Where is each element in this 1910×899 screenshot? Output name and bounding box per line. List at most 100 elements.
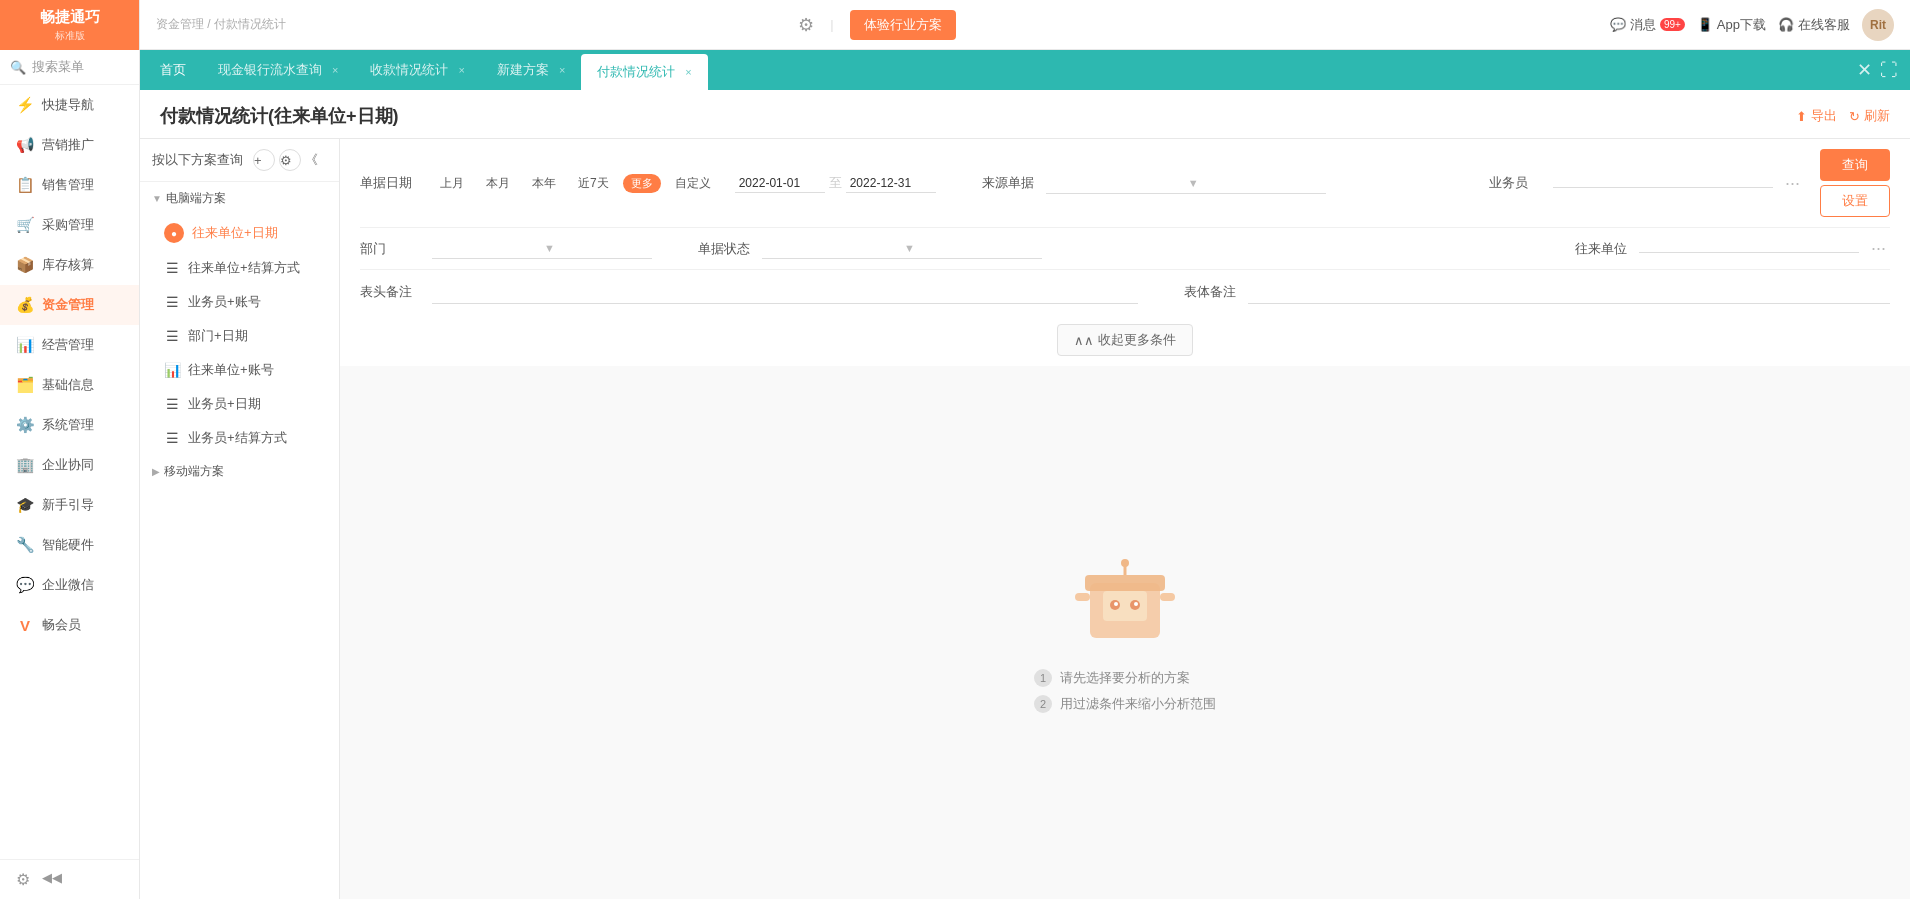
sidebar-item-label: 营销推广: [42, 136, 94, 154]
sidebar-item-newbie[interactable]: 🎓 新手引导: [0, 485, 139, 525]
sidebar-item-marketing[interactable]: 📢 营销推广: [0, 125, 139, 165]
desktop-schemes-section[interactable]: ▼ 电脑端方案: [140, 182, 339, 215]
tab-close-all-icon[interactable]: ✕: [1857, 59, 1872, 81]
tab-collection[interactable]: 收款情况统计 ×: [354, 50, 480, 90]
tab-payment-stat-close[interactable]: ×: [685, 66, 691, 78]
tab-bank-flow[interactable]: 现金银行流水查询 ×: [202, 50, 354, 90]
empty-illustration: [1065, 553, 1185, 653]
svg-point-5: [1114, 602, 1118, 606]
dept-arrow: ▼: [544, 242, 644, 254]
date-opt-custom[interactable]: 自定义: [667, 172, 719, 195]
scheme-icon: ☰: [164, 396, 180, 412]
date-opt-more[interactable]: 更多: [623, 174, 661, 193]
active-scheme-dot: ●: [164, 223, 184, 243]
tab-payment-stat[interactable]: 付款情况统计 ×: [581, 54, 707, 90]
scheme-item-label: 部门+日期: [188, 327, 248, 345]
newbie-icon: 🎓: [16, 496, 34, 514]
scheme-item-contact-account[interactable]: 📊 往来单位+账号: [140, 353, 339, 387]
body-note-input[interactable]: [1248, 284, 1508, 299]
tab-new-scheme-close[interactable]: ×: [559, 64, 565, 76]
page-header: 付款情况统计(往来单位+日期) ⬆ 导出 ↻ 刷新: [140, 90, 1910, 139]
tab-fullscreen-icon[interactable]: ⛶: [1880, 60, 1898, 81]
sidebar-footer: ⚙ ◀◀: [0, 859, 139, 899]
contact-dots[interactable]: ···: [1867, 238, 1890, 259]
date-opt-7days[interactable]: 近7天: [570, 172, 617, 195]
staff-select[interactable]: [1553, 179, 1773, 188]
scheme-item-dept-date[interactable]: ☰ 部门+日期: [140, 319, 339, 353]
sidebar-item-purchase[interactable]: 🛒 采购管理: [0, 205, 139, 245]
sidebar-item-enterprise[interactable]: 🏢 企业协同: [0, 445, 139, 485]
contact-select[interactable]: [1639, 244, 1859, 253]
hint-num-1: 1: [1034, 669, 1052, 687]
doc-status-select[interactable]: ▼: [762, 238, 1042, 259]
scheme-item-staff-date[interactable]: ☰ 业务员+日期: [140, 387, 339, 421]
sidebar-item-inventory[interactable]: 📦 库存核算: [0, 245, 139, 285]
scheme-item-label: 业务员+结算方式: [188, 429, 287, 447]
sidebar-item-sales[interactable]: 📋 销售管理: [0, 165, 139, 205]
sidebar-item-system[interactable]: ⚙️ 系统管理: [0, 405, 139, 445]
sidebar-item-vip[interactable]: V 畅会员: [0, 605, 139, 645]
tab-home[interactable]: 首页: [144, 50, 202, 90]
date-opt-this-year[interactable]: 本年: [524, 172, 564, 195]
refresh-button[interactable]: ↻ 刷新: [1849, 107, 1890, 125]
tab-new-scheme[interactable]: 新建方案 ×: [481, 50, 581, 90]
sidebar-item-wechat[interactable]: 💬 企业微信: [0, 565, 139, 605]
svg-rect-1: [1085, 575, 1165, 591]
tab-home-label: 首页: [160, 61, 186, 79]
tab-bank-flow-close[interactable]: ×: [332, 64, 338, 76]
date-opt-last-month[interactable]: 上月: [432, 172, 472, 195]
date-range-start[interactable]: [735, 174, 825, 193]
tab-collection-close[interactable]: ×: [458, 64, 464, 76]
scheme-item-staff-settle[interactable]: ☰ 业务员+结算方式: [140, 421, 339, 455]
trial-industry-button[interactable]: 体验行业方案: [850, 10, 956, 40]
marketing-icon: 📢: [16, 136, 34, 154]
date-range-end[interactable]: [846, 174, 936, 193]
settings-button[interactable]: 设置: [1820, 185, 1890, 217]
query-btn-group: 查询 设置: [1820, 149, 1890, 217]
tab-bank-flow-label: 现金银行流水查询: [218, 61, 322, 79]
mobile-schemes-section[interactable]: ▶ 移动端方案: [140, 455, 339, 488]
scheme-collapse-icon[interactable]: 《: [305, 149, 327, 171]
body-note-field: [1248, 280, 1890, 304]
export-icon: ⬆: [1796, 109, 1807, 124]
sidebar-item-capital[interactable]: 💰 资金管理: [0, 285, 139, 325]
scheme-item-contact-date[interactable]: ● 往来单位+日期: [140, 215, 339, 251]
collapse-conditions-button[interactable]: ∧∧ 收起更多条件: [1057, 324, 1193, 356]
date-label: 单据日期: [360, 174, 416, 192]
topbar-settings-icon[interactable]: ⚙: [798, 14, 814, 36]
online-service-action[interactable]: 🎧 在线客服: [1778, 16, 1850, 34]
sidebar-item-label: 资金管理: [42, 296, 94, 314]
scheme-item-contact-settle[interactable]: ☰ 往来单位+结算方式: [140, 251, 339, 285]
scheme-settings-icon[interactable]: ⚙: [279, 149, 301, 171]
svg-rect-10: [1160, 593, 1175, 601]
source-doc-select[interactable]: ▼: [1046, 173, 1326, 194]
capital-icon: 💰: [16, 296, 34, 314]
scheme-item-staff-account[interactable]: ☰ 业务员+账号: [140, 285, 339, 319]
filter-panel: 单据日期 上月 本月 本年 近7天 更多 自定义 至: [340, 139, 1910, 899]
staff-dots[interactable]: ···: [1781, 173, 1804, 194]
sidebar-item-quick-nav[interactable]: ⚡ 快捷导航: [0, 85, 139, 125]
collapse-sidebar-icon[interactable]: ◀◀: [42, 870, 62, 889]
search-icon: 🔍: [10, 60, 26, 75]
date-opt-this-month[interactable]: 本月: [478, 172, 518, 195]
sidebar-item-label: 企业微信: [42, 576, 94, 594]
user-avatar[interactable]: Rit: [1862, 9, 1894, 41]
message-action[interactable]: 💬 消息 99+: [1610, 16, 1685, 34]
query-button[interactable]: 查询: [1820, 149, 1890, 181]
sidebar-item-label: 新手引导: [42, 496, 94, 514]
system-icon: ⚙️: [16, 416, 34, 434]
scheme-item-label: 业务员+账号: [188, 293, 261, 311]
sidebar-item-smart-hw[interactable]: 🔧 智能硬件: [0, 525, 139, 565]
sidebar-item-operation[interactable]: 📊 经营管理: [0, 325, 139, 365]
search-menu[interactable]: 🔍 搜索菜单: [0, 50, 139, 85]
settings-footer-icon[interactable]: ⚙: [16, 870, 30, 889]
app-download-action[interactable]: 📱 App下载: [1697, 16, 1766, 34]
dept-select[interactable]: ▼: [432, 238, 652, 259]
notification-badge: 99+: [1660, 18, 1685, 31]
scheme-add-icon[interactable]: +: [253, 149, 275, 171]
sidebar-item-basic[interactable]: 🗂️ 基础信息: [0, 365, 139, 405]
export-button[interactable]: ⬆ 导出: [1796, 107, 1837, 125]
header-note-input[interactable]: [432, 284, 692, 299]
tabs-controls: ✕ ⛶: [1849, 50, 1906, 90]
search-menu-label: 搜索菜单: [32, 58, 84, 76]
